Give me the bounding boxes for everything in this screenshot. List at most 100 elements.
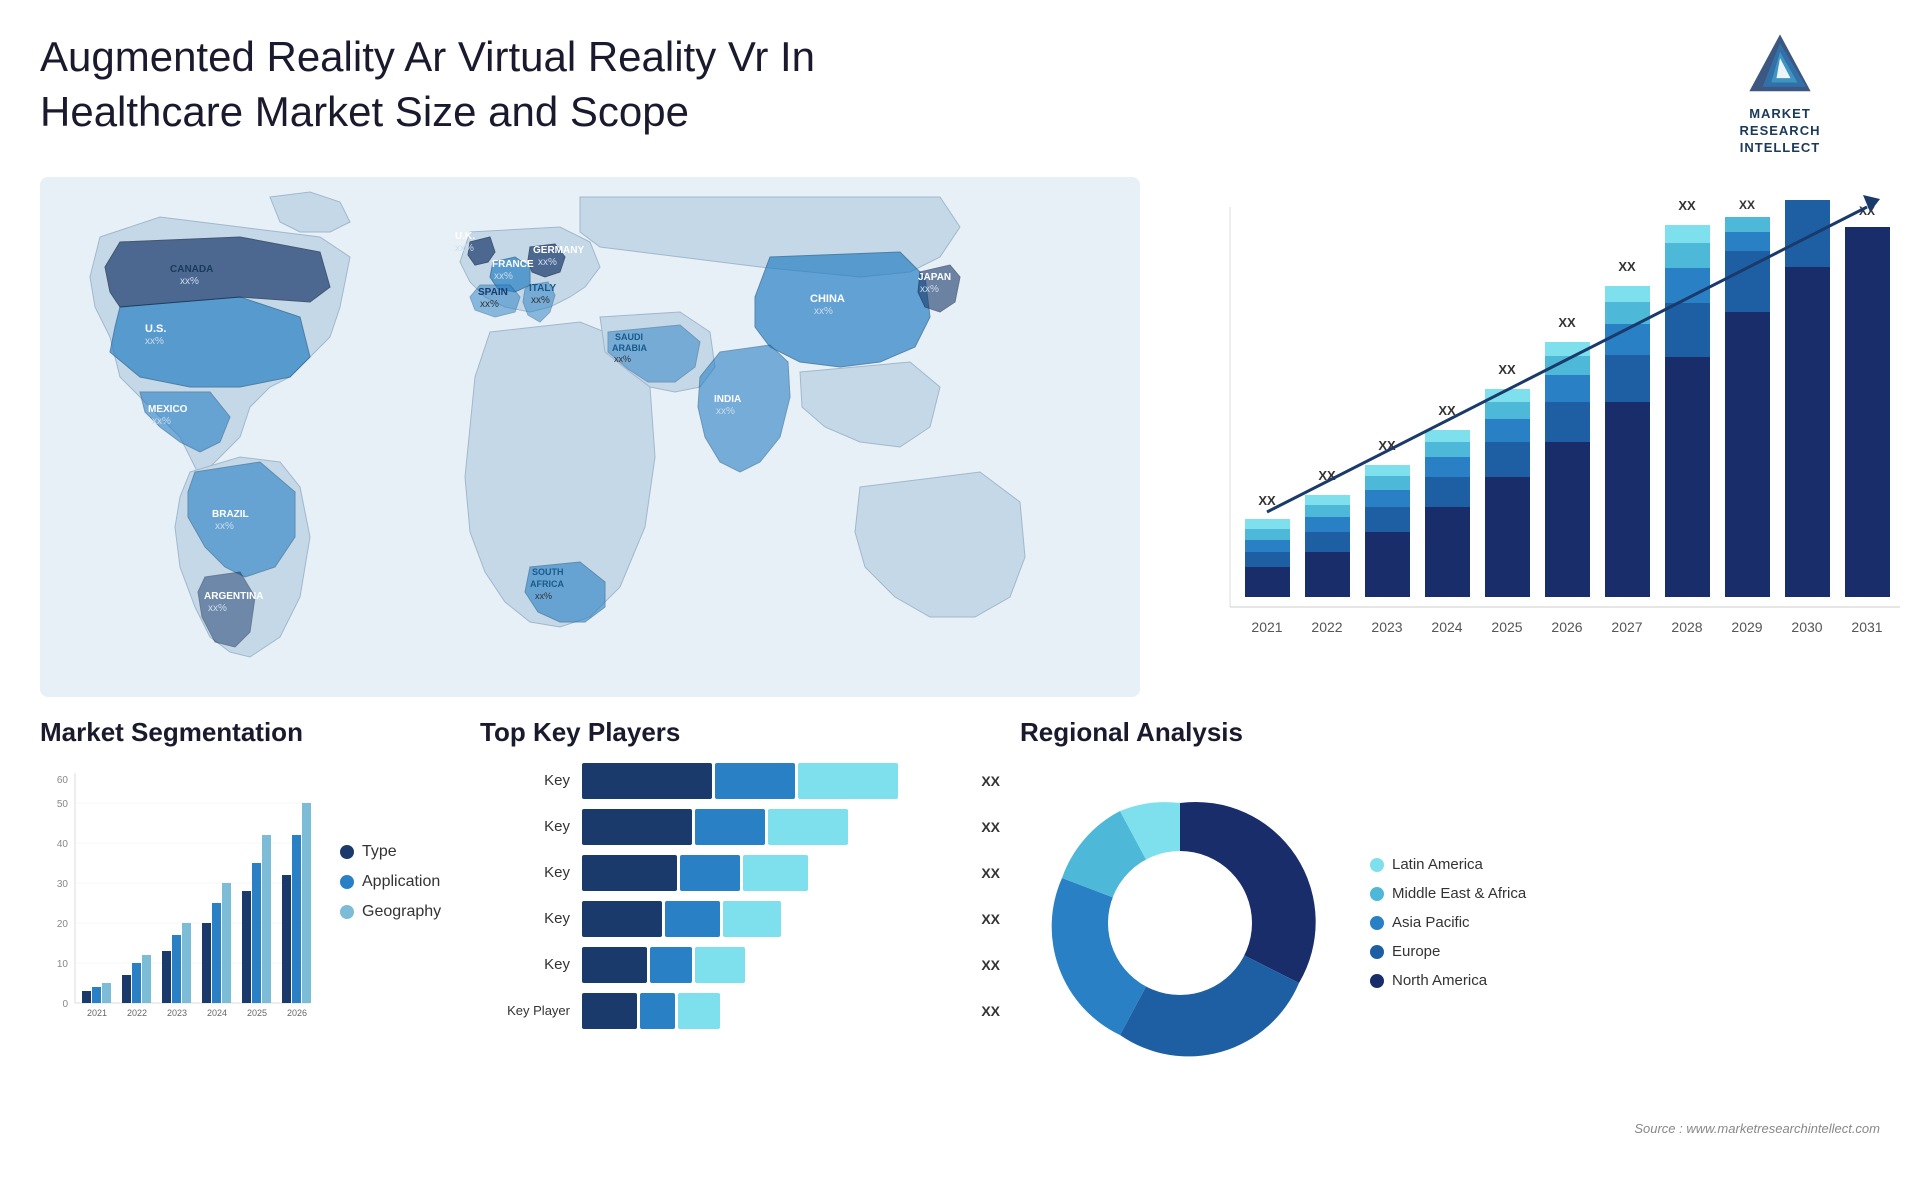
reg-legend-mea: Middle East & Africa <box>1370 885 1526 902</box>
player-label-5: Key <box>480 956 570 973</box>
key-players-title: Top Key Players <box>480 717 1000 748</box>
svg-text:CANADA: CANADA <box>170 264 213 275</box>
application-label: Application <box>362 873 440 891</box>
player-label-4: Key <box>480 910 570 927</box>
svg-text:XX: XX <box>1678 198 1696 213</box>
svg-text:BRAZIL: BRAZIL <box>212 509 249 520</box>
type-dot <box>340 845 354 859</box>
regional-title: Regional Analysis <box>1020 717 1880 748</box>
svg-text:xx%: xx% <box>208 603 227 614</box>
svg-text:2026: 2026 <box>287 1008 307 1018</box>
player-bars-6 <box>582 993 963 1029</box>
player-row-2: Key XX <box>480 809 1000 845</box>
svg-text:2024: 2024 <box>207 1008 227 1018</box>
geography-dot <box>340 905 354 919</box>
player-bar-seg3-6 <box>678 993 720 1029</box>
svg-text:2024: 2024 <box>1431 619 1462 635</box>
player-label-3: Key <box>480 864 570 881</box>
svg-text:40: 40 <box>57 839 69 850</box>
svg-text:FRANCE: FRANCE <box>492 259 534 270</box>
world-map-section: CANADA xx% U.S. xx% MEXICO xx% BRAZIL xx… <box>40 177 1140 697</box>
svg-text:U.K.: U.K. <box>455 231 475 242</box>
svg-text:2029: 2029 <box>1731 619 1762 635</box>
legend-geography: Geography <box>340 903 441 921</box>
svg-text:2022: 2022 <box>1311 619 1342 635</box>
geography-label: Geography <box>362 903 441 921</box>
svg-text:xx%: xx% <box>716 406 735 417</box>
svg-text:2023: 2023 <box>1371 619 1402 635</box>
player-bar-seg2-3 <box>680 855 740 891</box>
brand-name: MARKET RESEARCH INTELLECT <box>1740 106 1821 157</box>
svg-text:XX: XX <box>1558 315 1576 330</box>
growth-chart-section: XX XX XX XX <box>1170 177 1910 697</box>
svg-text:xx%: xx% <box>152 416 171 427</box>
svg-text:xx%: xx% <box>180 276 199 287</box>
regional-section: Regional Analysis <box>1020 717 1880 1177</box>
segmentation-section: Market Segmentation 0 10 20 30 40 50 60 <box>40 717 460 1177</box>
type-label: Type <box>362 843 397 861</box>
top-content: CANADA xx% U.S. xx% MEXICO xx% BRAZIL xx… <box>0 177 1920 697</box>
europe-label: Europe <box>1392 943 1440 960</box>
player-row-6: Key Player XX <box>480 993 1000 1029</box>
player-value-6: XX <box>981 1003 1000 1019</box>
player-bar-seg2-2 <box>695 809 765 845</box>
svg-text:U.S.: U.S. <box>145 323 166 335</box>
svg-text:INDIA: INDIA <box>714 394 741 405</box>
player-bar-seg2-4 <box>665 901 720 937</box>
growth-chart-svg: XX XX XX XX <box>1170 177 1910 697</box>
player-row-5: Key XX <box>480 947 1000 983</box>
player-value-2: XX <box>981 819 1000 835</box>
svg-text:xx%: xx% <box>455 243 474 254</box>
svg-text:2030: 2030 <box>1791 619 1822 635</box>
player-bars-2 <box>582 809 963 845</box>
na-label: North America <box>1392 972 1487 989</box>
mea-dot <box>1370 887 1384 901</box>
svg-text:2031: 2031 <box>1851 619 1882 635</box>
svg-text:2027: 2027 <box>1611 619 1642 635</box>
brand-logo-icon <box>1745 30 1815 100</box>
player-row-4: Key XX <box>480 901 1000 937</box>
player-bar-seg1-4 <box>582 901 662 937</box>
svg-text:2026: 2026 <box>1551 619 1582 635</box>
svg-text:ARGENTINA: ARGENTINA <box>204 591 263 602</box>
player-bar-seg2-6 <box>640 993 675 1029</box>
player-bar-seg3-5 <box>695 947 745 983</box>
key-players-section: Top Key Players Key XX Key <box>480 717 1000 1177</box>
segmentation-bar-chart: 0 10 20 30 40 50 60 2021 <box>40 763 320 1043</box>
player-bar-seg3-3 <box>743 855 808 891</box>
reg-legend-latin: Latin America <box>1370 856 1526 873</box>
regional-legend: Latin America Middle East & Africa Asia … <box>1370 856 1526 989</box>
svg-text:xx%: xx% <box>920 284 939 295</box>
bottom-section: Market Segmentation 0 10 20 30 40 50 60 <box>0 697 1920 1187</box>
reg-legend-apac: Asia Pacific <box>1370 914 1526 931</box>
svg-text:AFRICA: AFRICA <box>530 579 564 589</box>
player-bars-5 <box>582 947 963 983</box>
svg-text:GERMANY: GERMANY <box>533 245 584 256</box>
svg-text:2025: 2025 <box>1491 619 1522 635</box>
svg-text:XX: XX <box>1739 198 1755 212</box>
player-value-3: XX <box>981 865 1000 881</box>
reg-legend-na: North America <box>1370 972 1526 989</box>
world-map-svg: CANADA xx% U.S. xx% MEXICO xx% BRAZIL xx… <box>40 177 1140 697</box>
svg-text:XX: XX <box>1498 362 1516 377</box>
svg-text:xx%: xx% <box>215 521 234 532</box>
application-dot <box>340 875 354 889</box>
svg-text:2022: 2022 <box>127 1008 147 1018</box>
apac-label: Asia Pacific <box>1392 914 1470 931</box>
svg-text:XX: XX <box>1258 493 1276 508</box>
player-bar-seg2-1 <box>715 763 795 799</box>
svg-text:50: 50 <box>57 799 69 810</box>
reg-legend-europe: Europe <box>1370 943 1526 960</box>
svg-text:30: 30 <box>57 879 69 890</box>
source-text: Source : www.marketresearchintellect.com <box>1634 1121 1880 1136</box>
segmentation-legend: Type Application Geography <box>340 763 441 921</box>
svg-text:60: 60 <box>57 775 69 786</box>
player-bar-seg1-6 <box>582 993 637 1029</box>
player-bar-seg1-2 <box>582 809 692 845</box>
player-bar-seg1-5 <box>582 947 647 983</box>
page-title: Augmented Reality Ar Virtual Reality Vr … <box>40 30 940 139</box>
player-bar-seg3-1 <box>798 763 898 799</box>
europe-dot <box>1370 945 1384 959</box>
player-bar-seg3-2 <box>768 809 848 845</box>
svg-text:SPAIN: SPAIN <box>478 287 508 298</box>
